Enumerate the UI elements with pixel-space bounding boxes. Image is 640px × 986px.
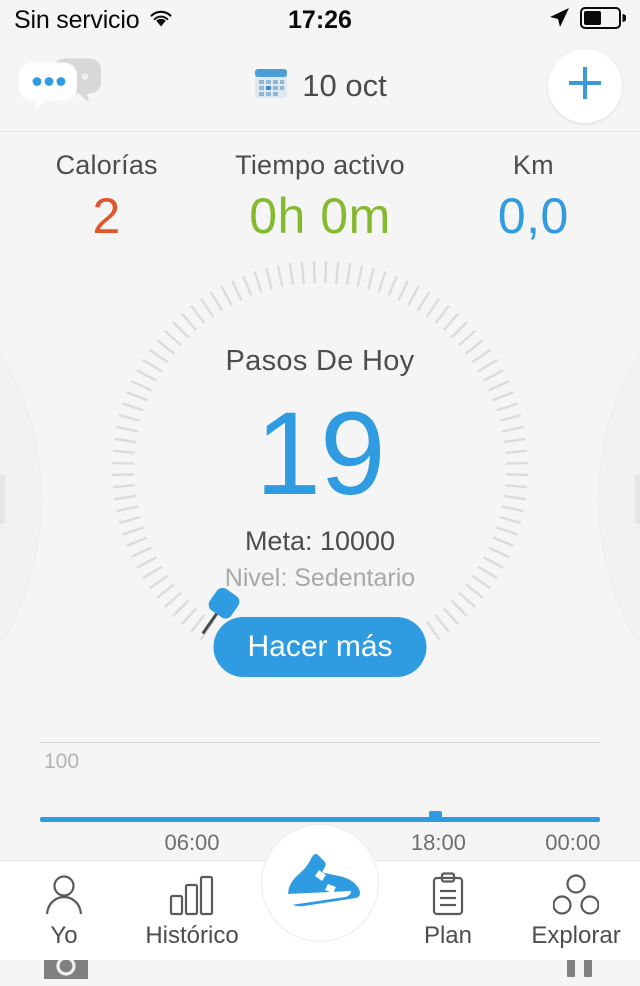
location-arrow-icon — [547, 6, 571, 35]
dial-carousel[interactable]: Pasos De Hoy 19 Meta: 10000 Nivel: Seden… — [0, 249, 640, 979]
current-date-label: 10 oct — [302, 67, 387, 103]
dial-title: Pasos De Hoy — [225, 345, 415, 377]
battery-icon — [580, 6, 627, 34]
person-icon — [44, 872, 84, 916]
chart-y-max-label: 100 — [44, 750, 80, 773]
add-button[interactable] — [548, 48, 622, 123]
dial-center-content: Pasos De Hoy 19 Meta: 10000 Nivel: Seden… — [100, 345, 540, 593]
tab-explorar[interactable]: Explorar — [512, 861, 640, 960]
chart-x-tick: 06:00 — [164, 830, 220, 855]
tab-yo[interactable]: Yo — [0, 861, 128, 960]
tab-steps[interactable] — [261, 824, 379, 942]
stat-distance[interactable]: Km 0,0 — [427, 150, 640, 245]
stat-distance-label: Km — [512, 150, 554, 180]
chart-x-tick: 00:00 — [545, 830, 601, 855]
status-bar: Sin servicio 17:26 — [0, 0, 640, 40]
activity-level: Nivel: Sedentario — [224, 564, 416, 593]
add-button-wrap — [548, 48, 622, 123]
clipboard-icon — [428, 871, 468, 916]
shoe-icon — [278, 848, 362, 919]
carrier-label: Sin servicio — [14, 5, 140, 34]
status-bar-right — [547, 6, 627, 35]
chart-data-point — [428, 811, 442, 820]
steps-count: 19 — [255, 388, 385, 520]
bar-chart-icon — [168, 872, 216, 916]
plus-icon — [563, 61, 607, 110]
tab-yo-label: Yo — [50, 921, 78, 949]
tab-historico-label: Histórico — [145, 921, 239, 949]
stats-row: Calorías 2 Tiempo activo 0h 0m Km 0,0 — [0, 132, 640, 253]
peek-dash-icon — [635, 474, 640, 524]
stat-calories[interactable]: Calorías 2 — [0, 150, 213, 245]
dial-peek-next[interactable] — [598, 289, 640, 709]
stat-calories-value: 2 — [92, 188, 121, 244]
chart-top-gridline — [40, 742, 600, 743]
tab-historico[interactable]: Histórico — [128, 861, 256, 960]
stat-calories-label: Calorías — [55, 150, 158, 180]
clock-label: 17:26 — [288, 5, 352, 34]
stat-active-time-label: Tiempo activo — [235, 150, 405, 180]
chart-x-tick: 18:00 — [410, 830, 466, 855]
camera-icon — [44, 949, 88, 985]
nav-bar: 10 oct — [0, 40, 640, 132]
tab-plan-label: Plan — [423, 921, 473, 949]
do-more-button[interactable]: Hacer más — [213, 617, 427, 677]
stat-distance-value: 0,0 — [497, 188, 569, 244]
steps-goal: Meta: 10000 — [244, 526, 396, 557]
status-bar-left: Sin servicio — [14, 6, 174, 35]
stat-active-time-value: 0h 0m — [249, 188, 391, 244]
tab-plan[interactable]: Plan — [384, 861, 512, 960]
explore-icon — [553, 872, 599, 916]
calendar-icon — [253, 65, 289, 106]
chart-baseline — [40, 817, 600, 822]
date-selector[interactable]: 10 oct — [0, 65, 640, 106]
dial-peek-previous[interactable] — [0, 289, 42, 709]
stat-active-time[interactable]: Tiempo activo 0h 0m — [213, 150, 426, 245]
peek-dash-icon — [0, 474, 5, 524]
tab-bar: Yo Histórico Plan Explorar — [0, 824, 640, 960]
tab-explorar-label: Explorar — [531, 921, 621, 949]
wifi-icon — [148, 8, 174, 33]
